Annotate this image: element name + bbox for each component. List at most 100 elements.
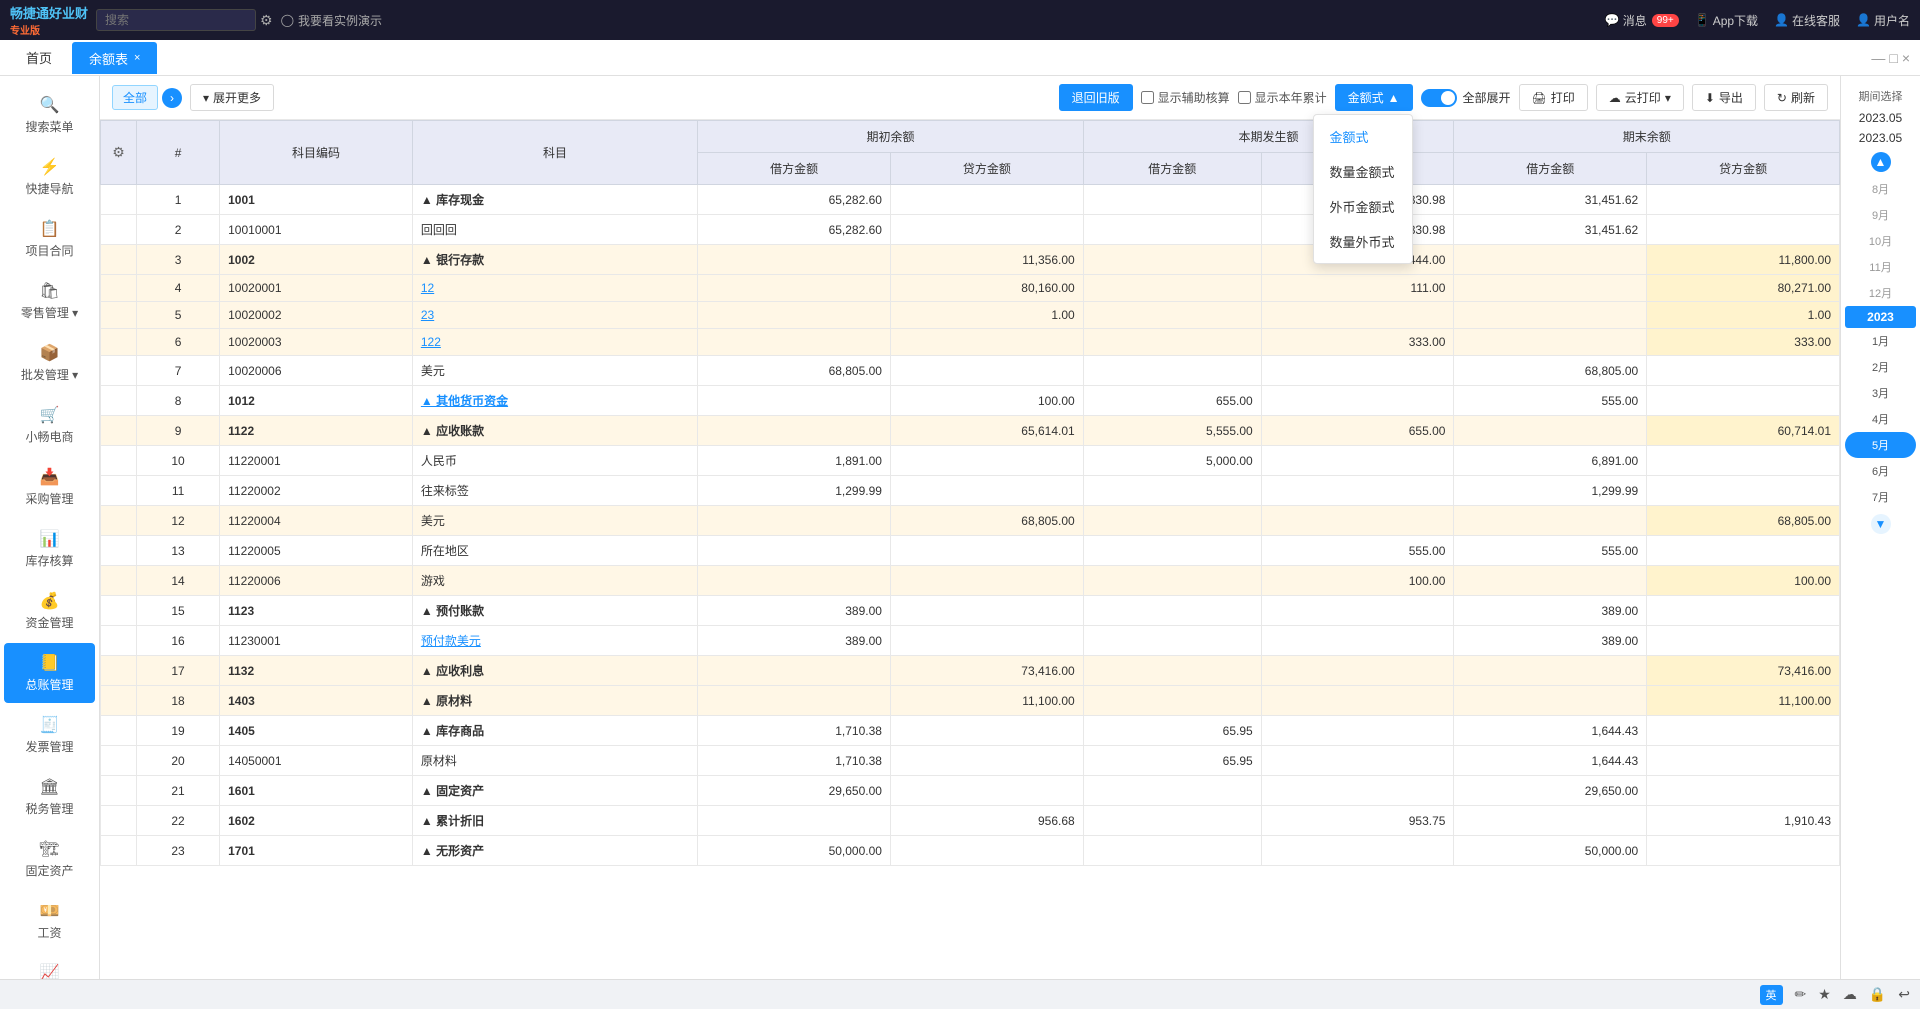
lang-switch-btn[interactable]: 英: [1760, 985, 1783, 1005]
print-icon: 🖨: [1532, 91, 1547, 105]
sidebar-item-nav[interactable]: ⚡ 快捷导航: [4, 147, 95, 207]
nav-down-btn[interactable]: ▼: [1871, 514, 1891, 534]
user-avatar[interactable]: 👤 用户名: [1856, 12, 1910, 29]
sidebar-item-management[interactable]: 📈 经营管理: [4, 953, 95, 979]
month-7[interactable]: 7月: [1845, 484, 1916, 510]
row-cb-credit: [1647, 626, 1840, 656]
month-4[interactable]: 4月: [1845, 406, 1916, 432]
tab-home[interactable]: 首页: [10, 42, 68, 73]
sidebar-item-salary[interactable]: 💴 工资: [4, 891, 95, 951]
col-ob-credit: 贷方金额: [890, 153, 1083, 185]
dropdown-item-foreign-amount[interactable]: 外币金额式: [1314, 189, 1412, 224]
row-cb-credit: 73,416.00: [1647, 656, 1840, 686]
nav-up-btn[interactable]: ▲: [1871, 152, 1891, 172]
row-ob-credit: [890, 836, 1083, 866]
salary-icon: 💴: [40, 901, 60, 921]
row-num: 5: [137, 302, 220, 329]
month-6[interactable]: 6月: [1845, 458, 1916, 484]
show-assistant-checkbox[interactable]: [1141, 91, 1154, 104]
row-settings: [101, 356, 137, 386]
breadcrumb-next-btn[interactable]: ›: [162, 88, 182, 108]
sidebar-item-invoice[interactable]: 🧾 发票管理: [4, 705, 95, 765]
bottom-edit-icon[interactable]: ✏: [1795, 986, 1807, 1003]
return-old-btn[interactable]: 退回旧版: [1059, 84, 1133, 111]
bottom-lock-icon[interactable]: 🔒: [1869, 986, 1886, 1003]
row-num: 14: [137, 566, 220, 596]
month-11[interactable]: 11月: [1845, 254, 1916, 280]
table-settings-btn[interactable]: ⚙: [112, 144, 125, 161]
row-ob-debit: [698, 302, 891, 329]
sidebar-item-project[interactable]: 📋 项目合同: [4, 209, 95, 269]
row-cb-credit: 11,800.00: [1647, 245, 1840, 275]
amount-style-btn[interactable]: 金额式 ▲: [1335, 84, 1413, 111]
row-name[interactable]: 12: [412, 275, 697, 302]
expand-more-btn[interactable]: ▾ 展开更多: [190, 84, 274, 111]
sidebar-item-fixed-assets[interactable]: 🏗 固定资产: [4, 829, 95, 889]
bottom-cloud-icon[interactable]: ☁: [1843, 986, 1857, 1003]
show-assistant-wrap: 显示辅助核算: [1141, 89, 1230, 106]
row-pd-debit: [1083, 596, 1261, 626]
demo-label[interactable]: ◯ 我要看实例演示: [281, 12, 382, 29]
bottom-star-icon[interactable]: ★: [1818, 986, 1831, 1003]
sidebar-item-purchase[interactable]: 📥 采购管理: [4, 457, 95, 517]
online-service-btn[interactable]: 👤 在线客服: [1774, 12, 1840, 29]
app-download-btn[interactable]: 📱 App下载: [1695, 12, 1758, 29]
tab-bar: 首页 余额表 × — □ ×: [0, 40, 1920, 76]
row-name[interactable]: 122: [412, 329, 697, 356]
row-settings: [101, 836, 137, 866]
row-code: 1123: [220, 596, 413, 626]
row-num: 12: [137, 506, 220, 536]
month-2[interactable]: 2月: [1845, 354, 1916, 380]
month-8[interactable]: 8月: [1845, 176, 1916, 202]
bottom-undo-icon[interactable]: ↩: [1898, 986, 1910, 1003]
expand-all-switch[interactable]: [1421, 89, 1457, 107]
sidebar-item-wholesale[interactable]: 📦 批发管理 ▾: [4, 333, 95, 393]
row-ob-debit: [698, 386, 891, 416]
refresh-btn[interactable]: ↻ 刷新: [1764, 84, 1828, 111]
message-btn[interactable]: 💬 消息 99+: [1605, 12, 1679, 29]
month-9[interactable]: 9月: [1845, 202, 1916, 228]
tab-balance[interactable]: 余额表 ×: [72, 42, 157, 74]
search-settings-icon[interactable]: ⚙: [260, 12, 273, 29]
row-name[interactable]: 23: [412, 302, 697, 329]
dropdown-item-qty-amount[interactable]: 数量金额式: [1314, 154, 1412, 189]
chevron-up-icon: ▲: [1388, 91, 1400, 105]
print-btn[interactable]: 🖨 打印: [1519, 84, 1588, 111]
all-filter-btn[interactable]: 全部: [112, 85, 158, 110]
export-btn[interactable]: ⬇ 导出: [1692, 84, 1756, 111]
sidebar-item-ecommerce[interactable]: 🛒 小畅电商: [4, 395, 95, 455]
sidebar-item-retail[interactable]: 🛍 零售管理 ▾: [4, 271, 95, 331]
window-close-btn[interactable]: ×: [1902, 50, 1910, 66]
sidebar-item-search[interactable]: 🔍 搜索菜单: [4, 85, 95, 145]
row-name[interactable]: 预付款美元: [412, 626, 697, 656]
window-restore-btn[interactable]: □: [1889, 50, 1897, 66]
month-5[interactable]: 5月: [1845, 432, 1916, 458]
cloud-print-btn[interactable]: ☁ 云打印 ▾: [1596, 84, 1684, 111]
row-pd-credit: [1261, 596, 1454, 626]
show-ytd-checkbox[interactable]: [1238, 91, 1251, 104]
row-ob-credit: [890, 185, 1083, 215]
sidebar-item-tax[interactable]: 🏛 税务管理: [4, 767, 95, 827]
search-input[interactable]: [96, 9, 256, 31]
month-10[interactable]: 10月: [1845, 228, 1916, 254]
current-year-label: 2023: [1845, 306, 1916, 328]
row-name[interactable]: ▲ 其他货币资金: [412, 386, 697, 416]
sidebar-item-inventory[interactable]: 📊 库存核算: [4, 519, 95, 579]
row-cb-credit: [1647, 476, 1840, 506]
sidebar-item-finance[interactable]: 💰 资金管理: [4, 581, 95, 641]
dropdown-item-amount[interactable]: 金额式: [1314, 119, 1412, 154]
window-minimize-btn[interactable]: —: [1871, 50, 1885, 66]
tab-close-btn[interactable]: ×: [134, 52, 140, 64]
row-cb-debit: 389.00: [1454, 626, 1647, 656]
month-1[interactable]: 1月: [1845, 328, 1916, 354]
row-ob-credit: [890, 566, 1083, 596]
dropdown-item-qty-foreign[interactable]: 数量外币式: [1314, 224, 1412, 259]
sidebar-item-ledger[interactable]: 📒 总账管理: [4, 643, 95, 703]
row-cb-credit: [1647, 716, 1840, 746]
month-12[interactable]: 12月: [1845, 280, 1916, 306]
row-pd-debit: [1083, 506, 1261, 536]
row-ob-debit: 1,891.00: [698, 446, 891, 476]
month-3[interactable]: 3月: [1845, 380, 1916, 406]
row-name: 往来标签: [412, 476, 697, 506]
row-ob-debit: 1,710.38: [698, 716, 891, 746]
